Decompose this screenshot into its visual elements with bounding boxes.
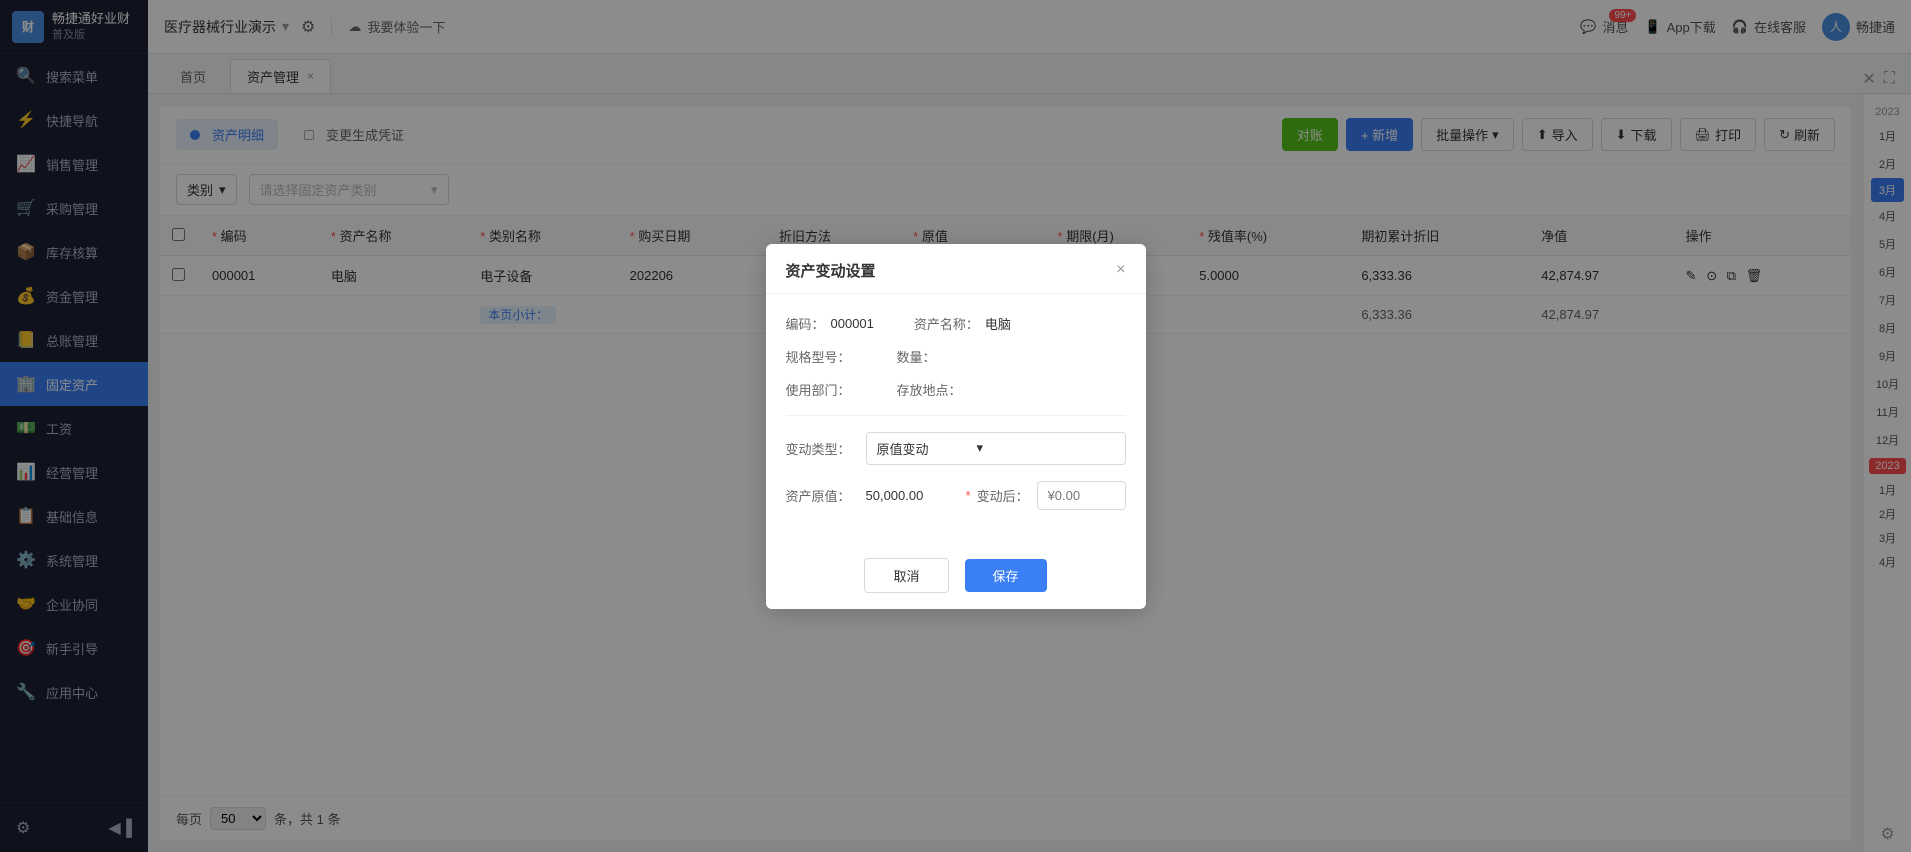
modal-divider	[786, 415, 1126, 416]
modal-code-item: 编码： 000001	[786, 314, 874, 333]
cancel-button[interactable]: 取消	[864, 558, 948, 593]
modal-overlay[interactable]: 资产变动设置 × 编码： 000001 资产名称： 电脑 规格型号：	[0, 0, 1911, 852]
modal-close-icon[interactable]: ×	[1116, 261, 1125, 279]
asset-change-modal: 资产变动设置 × 编码： 000001 资产名称： 电脑 规格型号：	[766, 244, 1146, 609]
modal-location-item: 存放地点：	[897, 380, 968, 399]
modal-info-row-3: 使用部门： 存放地点：	[786, 380, 1126, 399]
after-change-input[interactable]	[1037, 481, 1126, 510]
modal-spec-item: 规格型号：	[786, 347, 857, 366]
modal-dept-item: 使用部门：	[786, 380, 857, 399]
modal-change-type-row: 变动类型： 原值变动 ▾	[786, 432, 1126, 465]
save-button[interactable]: 保存	[965, 559, 1047, 592]
required-star: *	[966, 488, 971, 503]
modal-footer: 取消 保存	[766, 546, 1146, 609]
modal-title: 资产变动设置	[786, 260, 876, 281]
modal-header: 资产变动设置 ×	[766, 244, 1146, 294]
original-value-display: 50,000.00	[866, 488, 946, 503]
modal-name-item: 资产名称： 电脑	[914, 314, 1011, 333]
modal-qty-item: 数量：	[897, 347, 942, 366]
modal-body: 编码： 000001 资产名称： 电脑 规格型号： 数量：	[766, 294, 1146, 546]
after-change-label: 变动后：	[977, 486, 1029, 505]
modal-info-row-1: 编码： 000001 资产名称： 电脑	[786, 314, 1126, 333]
modal-value-row: 资产原值： 50,000.00 * 变动后：	[786, 481, 1126, 510]
change-type-select[interactable]: 原值变动 ▾	[866, 432, 1126, 465]
modal-info-row-2: 规格型号： 数量：	[786, 347, 1126, 366]
change-type-arrow-icon: ▾	[977, 440, 984, 456]
